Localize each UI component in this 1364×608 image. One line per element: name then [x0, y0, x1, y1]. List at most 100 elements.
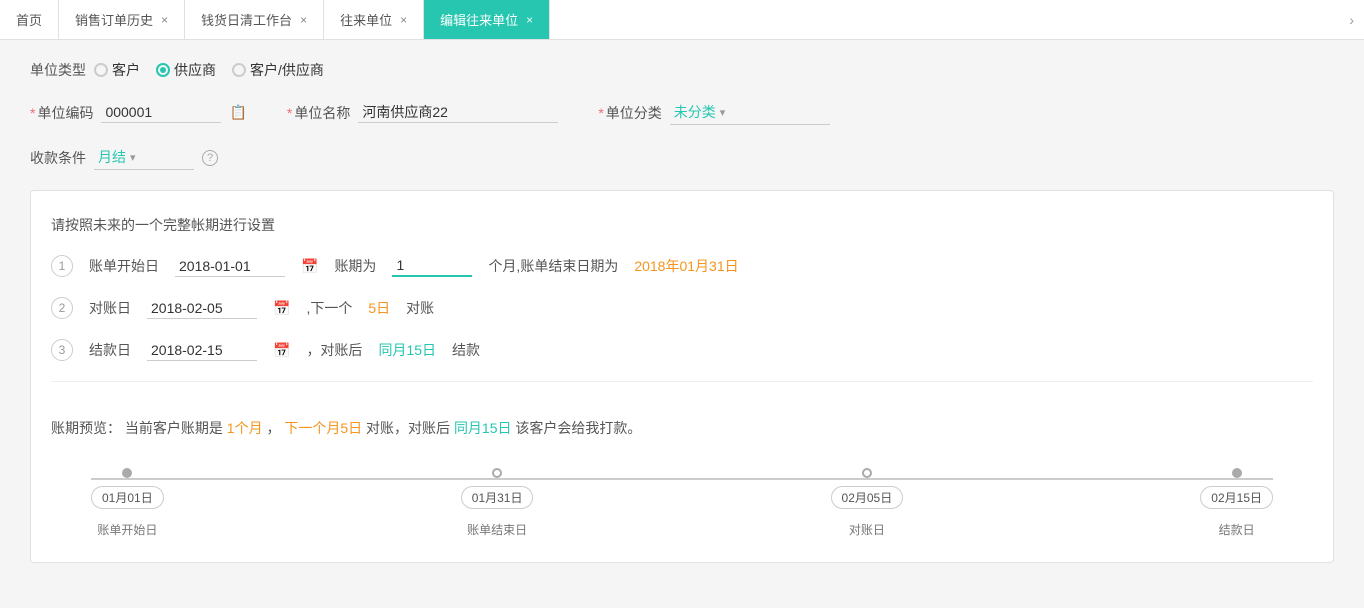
step-label-2: 对账日	[89, 298, 131, 318]
step-period-input[interactable]	[392, 255, 472, 277]
step-cal-icon-1[interactable]: 📅	[301, 258, 318, 275]
unit-code-field: *单位编码 📋	[30, 102, 247, 123]
tab-edit-partner-close[interactable]: ×	[526, 13, 533, 27]
unit-category-field: *单位分类 未分类 ▾	[598, 100, 829, 125]
step-period-unit-1: 个月,账单结束日期为	[488, 256, 618, 276]
unit-type-label: 单位类型	[30, 60, 86, 80]
radio-customer[interactable]: 客户	[94, 60, 140, 80]
tab-home-label: 首页	[16, 10, 42, 29]
tl-dot-start	[122, 468, 132, 478]
tabs-more-chevron[interactable]: ›	[1339, 0, 1364, 39]
card-hint: 请按照未来的一个完整帐期进行设置	[51, 215, 1313, 235]
step-suffix-3: ，对账后	[306, 340, 362, 360]
preview-text-2: ，	[266, 420, 280, 436]
tabs-bar: 首页 销售订单历史 × 钱货日清工作台 × 往来单位 × 编辑往来单位 × ›	[0, 0, 1364, 40]
tl-badge-1: 01月31日	[461, 486, 534, 509]
step-row-3: 3 结款日 📅 ，对账后 同月15日 结款	[51, 339, 1313, 361]
radio-group-unit-type: 客户 供应商 客户/供应商	[94, 60, 324, 80]
tl-badge-2: 02月05日	[831, 486, 904, 509]
tl-dot-end	[1232, 468, 1242, 478]
tl-item-0: 01月01日 账单开始日	[91, 468, 164, 538]
tl-badge-0: 01月01日	[91, 486, 164, 509]
unit-name-input[interactable]	[358, 102, 558, 123]
tab-sales-order-label: 销售订单历史	[75, 10, 153, 29]
settings-card: 请按照未来的一个完整帐期进行设置 1 账单开始日 📅 账期为 个月,账单结束日期…	[30, 190, 1334, 563]
tl-sub-2: 对账日	[849, 521, 885, 538]
tl-item-3: 02月15日 结款日	[1200, 468, 1273, 538]
radio-both-circle	[232, 63, 246, 77]
timeline-container: 01月01日 账单开始日 01月31日 账单结束日 02月05日 对账日 02月…	[51, 468, 1313, 538]
tl-sub-3: 结款日	[1219, 521, 1255, 538]
step-label-3: 结款日	[89, 340, 131, 360]
tl-dot-1	[492, 468, 502, 478]
tl-badge-3: 02月15日	[1200, 486, 1273, 509]
step-label-1: 账单开始日	[89, 256, 159, 276]
tab-cash-work-label: 钱货日清工作台	[201, 10, 292, 29]
tab-sales-order[interactable]: 销售订单历史 ×	[59, 0, 185, 39]
unit-type-row: 单位类型 客户 供应商 客户/供应商	[30, 60, 1334, 80]
card-divider	[51, 381, 1313, 382]
step-date-input-1[interactable]	[175, 256, 285, 277]
unit-type-field: 单位类型 客户 供应商 客户/供应商	[30, 60, 324, 80]
unit-info-row: *单位编码 📋 *单位名称 *单位分类 未分类 ▾	[30, 100, 1334, 125]
main-content: 单位类型 客户 供应商 客户/供应商 *单位编码	[0, 40, 1364, 608]
preview-highlight3: 同月15日	[454, 420, 512, 436]
payment-condition-chevron-icon: ▾	[130, 151, 136, 164]
step-date-input-3[interactable]	[147, 340, 257, 361]
payment-condition-value: 月结	[98, 147, 126, 167]
step-row-1: 1 账单开始日 📅 账期为 个月,账单结束日期为 2018年01月31日	[51, 255, 1313, 277]
tab-cash-work-close[interactable]: ×	[300, 13, 307, 27]
tab-home[interactable]: 首页	[0, 0, 59, 39]
step-num-2: 2	[51, 297, 73, 319]
timeline-items: 01月01日 账单开始日 01月31日 账单结束日 02月05日 对账日 02月…	[91, 468, 1273, 538]
unit-category-value: 未分类	[674, 102, 716, 122]
step-highlight-2: 5日	[368, 298, 390, 318]
preview-highlight2: 下一个月5日	[284, 420, 362, 436]
radio-supplier-circle	[156, 63, 170, 77]
tab-partner[interactable]: 往来单位 ×	[324, 0, 424, 39]
tab-edit-partner[interactable]: 编辑往来单位 ×	[424, 0, 550, 39]
step-highlight-3: 同月15日	[378, 340, 436, 360]
preview-text-4: 该客户会给我打款。	[515, 420, 641, 436]
preview-highlight1: 1个月	[227, 420, 263, 436]
radio-customer-circle	[94, 63, 108, 77]
tl-dot-2	[862, 468, 872, 478]
step-period-end-1: 2018年01月31日	[634, 256, 738, 276]
radio-customer-label: 客户	[112, 60, 140, 80]
step-num-1: 1	[51, 255, 73, 277]
tl-sub-0: 账单开始日	[97, 521, 157, 538]
payment-condition-help-icon[interactable]: ?	[202, 150, 218, 166]
unit-category-select[interactable]: 未分类 ▾	[670, 100, 830, 125]
unit-name-label: *单位名称	[287, 103, 350, 123]
tab-edit-partner-label: 编辑往来单位	[440, 10, 518, 29]
preview-text-3: 对账，对账后	[366, 420, 450, 436]
tab-sales-order-close[interactable]: ×	[161, 13, 168, 27]
unit-category-label: *单位分类	[598, 103, 661, 123]
payment-condition-select[interactable]: 月结 ▾	[94, 145, 194, 170]
step-date-input-2[interactable]	[147, 298, 257, 319]
unit-code-input[interactable]	[101, 102, 221, 123]
step-num-3: 3	[51, 339, 73, 361]
step-row-2: 2 对账日 📅 ,下一个 5日 对账	[51, 297, 1313, 319]
step-suffix-1: 账期为	[334, 256, 376, 276]
payment-condition-row: 收款条件 月结 ▾ ?	[30, 145, 1334, 170]
step-cal-icon-3[interactable]: 📅	[273, 342, 290, 359]
tab-cash-work[interactable]: 钱货日清工作台 ×	[185, 0, 324, 39]
unit-code-label: *单位编码	[30, 103, 93, 123]
tab-partner-label: 往来单位	[340, 10, 392, 29]
unit-code-copy-icon[interactable]: 📋	[229, 104, 246, 121]
tl-item-2: 02月05日 对账日	[831, 468, 904, 538]
tab-partner-close[interactable]: ×	[400, 13, 407, 27]
preview-text-1: 当前客户账期是	[125, 420, 223, 436]
tl-item-1: 01月31日 账单结束日	[461, 468, 534, 538]
preview-row: 账期预览： 当前客户账期是 1个月 ， 下一个月5日 对账，对账后 同月15日 …	[51, 402, 1313, 438]
preview-label: 账期预览：	[51, 420, 121, 436]
tl-sub-1: 账单结束日	[467, 521, 527, 538]
step-after-3: 结款	[452, 340, 480, 360]
radio-both[interactable]: 客户/供应商	[232, 60, 324, 80]
radio-supplier[interactable]: 供应商	[156, 60, 216, 80]
payment-condition-label: 收款条件	[30, 148, 86, 168]
radio-both-label: 客户/供应商	[250, 60, 324, 80]
unit-name-field: *单位名称	[287, 102, 558, 123]
step-cal-icon-2[interactable]: 📅	[273, 300, 290, 317]
